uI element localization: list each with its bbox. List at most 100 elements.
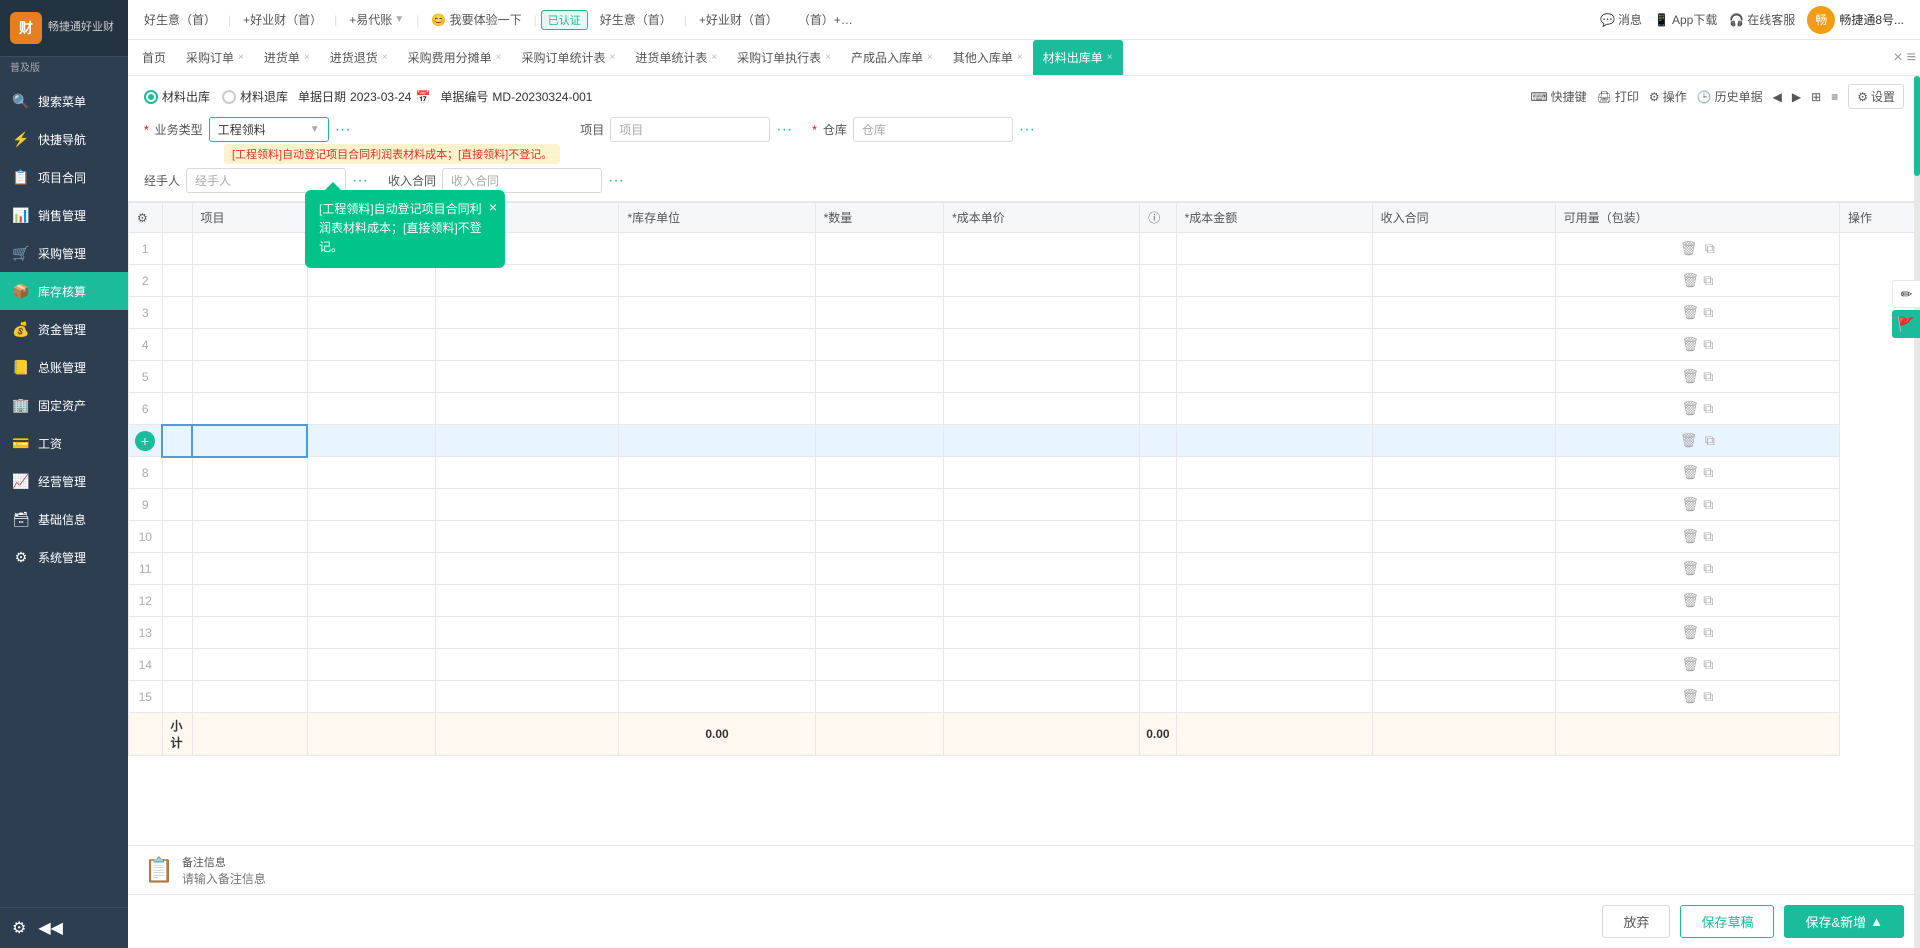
handler-dots[interactable]: ··· (352, 172, 368, 190)
history-btn[interactable]: 🕒 历史单据 (1697, 88, 1763, 105)
close-purchase-expense[interactable]: × (496, 52, 502, 63)
topbar-item-experience[interactable]: 😊 我要体验一下 (423, 9, 529, 30)
add-row-col2[interactable] (192, 425, 307, 457)
topbar-user[interactable]: 畅 畅捷通8号... (1807, 6, 1904, 34)
sidebar-item-inventory[interactable]: 📦 库存核算 (0, 272, 128, 310)
copy-icon[interactable]: ⧉ (1703, 304, 1713, 320)
sidebar-item-sales[interactable]: 📊 销售管理 (0, 196, 128, 234)
copy-icon[interactable]: ⧉ (1703, 272, 1713, 288)
tab-other-in[interactable]: 其他入库单 × (943, 40, 1033, 75)
close-purchase-stat[interactable]: × (609, 52, 615, 63)
close-material-out[interactable]: × (1107, 52, 1113, 63)
topbar-item-haoyecai[interactable]: +好业财（首） (235, 9, 330, 30)
topbar-item-haoshengyi2[interactable]: 好生意（首） (592, 9, 680, 30)
sidebar-item-search[interactable]: 🔍 搜索菜单 (0, 82, 128, 120)
tooltip-close[interactable]: × (489, 196, 497, 218)
tab-purchase-order[interactable]: 采购订单 × (176, 40, 254, 75)
copy-icon[interactable]: ⧉ (1705, 240, 1715, 256)
settings-btn[interactable]: ⚙ 设置 (1848, 84, 1904, 109)
save-draft-button[interactable]: 保存草稿 (1680, 905, 1774, 938)
topbar-message[interactable]: 💬 消息 (1600, 11, 1642, 28)
copy-icon[interactable]: ⧉ (1703, 368, 1713, 384)
nav2-list-icon[interactable]: ≡ (1907, 49, 1916, 67)
sidebar-item-system[interactable]: ⚙ 系统管理 (0, 538, 128, 576)
scrollbar-track[interactable] (1914, 76, 1920, 948)
calendar-icon[interactable]: 📅 (415, 90, 430, 104)
row-project-cell[interactable] (162, 233, 192, 265)
topbar-item-haoshengyi[interactable]: 好生意（首） (136, 9, 224, 30)
date-value[interactable]: 2023-03-24 (350, 90, 411, 104)
topbar-item-more[interactable]: （首）+… (790, 9, 861, 30)
copy-icon[interactable]: ⧉ (1703, 560, 1713, 576)
row-cost-cell[interactable] (815, 233, 944, 265)
business-type-dots[interactable]: ··· (335, 121, 351, 139)
side-edit-icon[interactable]: ✏ (1892, 280, 1920, 308)
nav2-close-all[interactable]: × (1893, 49, 1902, 67)
copy-icon[interactable]: ⧉ (1705, 432, 1715, 448)
copy-icon[interactable]: ⧉ (1703, 336, 1713, 352)
settings-icon[interactable]: ⚙ (12, 918, 26, 938)
sidebar-item-nav[interactable]: ⚡ 快捷导航 (0, 120, 128, 158)
delete-icon[interactable]: 🗑 (1681, 656, 1699, 672)
copy-icon[interactable]: ⧉ (1703, 656, 1713, 672)
tab-purchase-return[interactable]: 进货退货 × (320, 40, 398, 75)
delete-icon[interactable]: 🗑 (1681, 560, 1699, 576)
operations-btn[interactable]: ⚙ 操作 (1649, 88, 1687, 105)
delete-icon[interactable]: 🗑 (1681, 272, 1699, 288)
warehouse-input[interactable]: 仓库 (853, 117, 1013, 142)
tab-purchase-exec[interactable]: 采购订单执行表 × (727, 40, 841, 75)
sidebar-item-finance[interactable]: 💰 资金管理 (0, 310, 128, 348)
tab-purchase-expense[interactable]: 采购费用分摊单 × (398, 40, 512, 75)
delete-icon[interactable]: 🗑 (1681, 624, 1699, 640)
delete-icon[interactable]: 🗑 (1680, 240, 1698, 256)
nav-prev[interactable]: ◀ (1773, 90, 1782, 104)
delete-icon[interactable]: 🗑 (1681, 688, 1699, 704)
copy-icon[interactable]: ⧉ (1703, 624, 1713, 640)
radio-material-return[interactable]: 材料退库 (222, 88, 288, 105)
project-input[interactable]: 项目 (610, 117, 770, 142)
close-purchase-return[interactable]: × (382, 52, 388, 63)
close-in-stat[interactable]: × (711, 52, 717, 63)
copy-icon[interactable]: ⧉ (1703, 528, 1713, 544)
project-dots[interactable]: ··· (776, 121, 792, 139)
tab-product-in[interactable]: 产成品入库单 × (841, 40, 943, 75)
row-income-cell[interactable] (1176, 233, 1372, 265)
warehouse-dots[interactable]: ··· (1019, 121, 1035, 139)
sidebar-item-salary[interactable]: 💳 工资 (0, 424, 128, 462)
tab-material-out[interactable]: 材料出库单 × (1033, 40, 1123, 75)
sidebar-item-basic[interactable]: 🗃 基础信息 (0, 500, 128, 538)
row-material-cell[interactable] (192, 233, 307, 265)
notes-input[interactable] (182, 872, 782, 886)
topbar-item-haoyecai2[interactable]: +好业财（首） (691, 9, 786, 30)
view-list-icon[interactable]: ≡ (1831, 90, 1838, 104)
delete-icon[interactable]: 🗑 (1681, 464, 1699, 480)
save-new-button[interactable]: 保存&新增 ▲ (1784, 905, 1904, 938)
bill-no-value[interactable]: MD-20230324-001 (492, 90, 592, 104)
copy-icon[interactable]: ⧉ (1703, 496, 1713, 512)
delete-icon[interactable]: 🗑 (1681, 592, 1699, 608)
view-grid-icon[interactable]: ⊞ (1811, 90, 1821, 104)
delete-icon[interactable]: 🗑 (1681, 368, 1699, 384)
sidebar-item-accounting[interactable]: 📒 总账管理 (0, 348, 128, 386)
delete-icon[interactable]: 🗑 (1681, 496, 1699, 512)
th-gear[interactable]: ⚙ (129, 203, 163, 233)
close-other-in[interactable]: × (1017, 52, 1023, 63)
add-row-button[interactable]: + (135, 431, 155, 451)
close-purchase-in[interactable]: × (304, 52, 310, 63)
tab-purchase-in[interactable]: 进货单 × (254, 40, 320, 75)
business-type-input[interactable]: 工程领料 ▼ (209, 117, 329, 142)
income-contract-dots[interactable]: ··· (608, 172, 624, 190)
delete-icon[interactable]: 🗑 (1680, 432, 1698, 448)
close-product-in[interactable]: × (927, 52, 933, 63)
discard-button[interactable]: 放弃 (1602, 905, 1670, 938)
tab-home[interactable]: 首页 (132, 40, 176, 75)
radio-material-out[interactable]: 材料出库 (144, 88, 210, 105)
side-flag-icon[interactable]: 🚩 (1892, 310, 1920, 338)
row-cost-amount-cell[interactable] (1140, 233, 1176, 265)
row-qty-cell[interactable] (619, 233, 815, 265)
topbar-app-download[interactable]: 📱 App下载 (1654, 11, 1717, 28)
topbar-online-service[interactable]: 🎧 在线客服 (1729, 11, 1795, 28)
close-purchase-order[interactable]: × (238, 52, 244, 63)
print-btn[interactable]: 🖨 打印 (1597, 88, 1639, 105)
sidebar-item-business[interactable]: 📈 经营管理 (0, 462, 128, 500)
